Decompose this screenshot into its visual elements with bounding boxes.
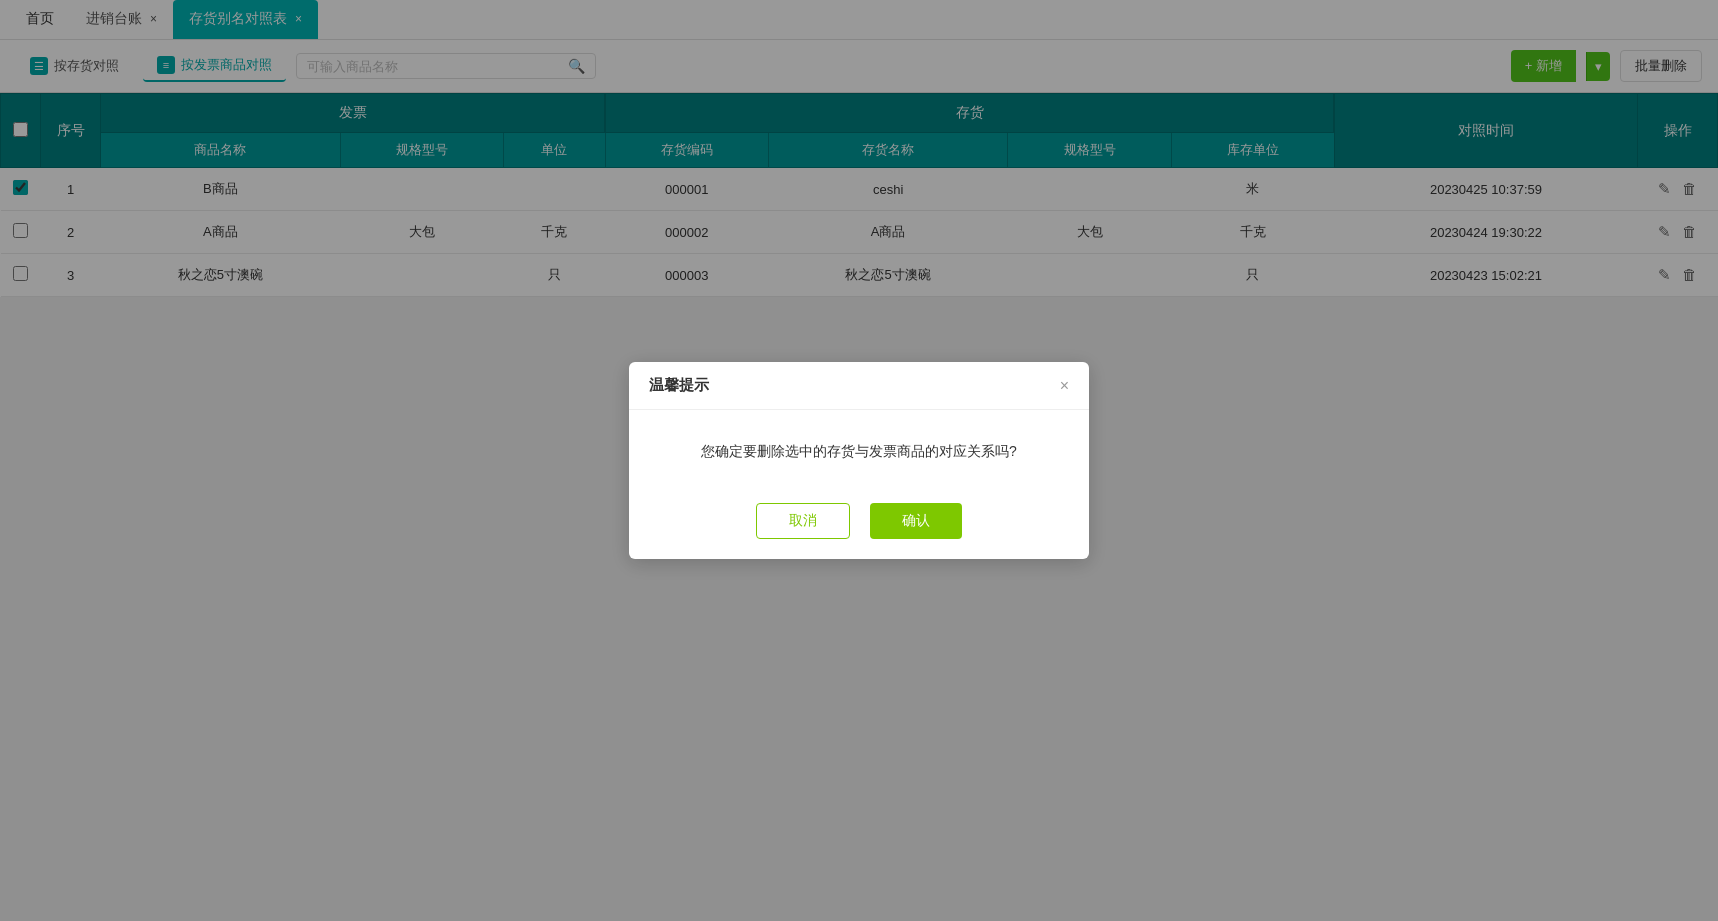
modal-overlay: 温馨提示 × 您确定要删除选中的存货与发票商品的对应关系吗? 取消 确认 <box>0 0 1718 297</box>
